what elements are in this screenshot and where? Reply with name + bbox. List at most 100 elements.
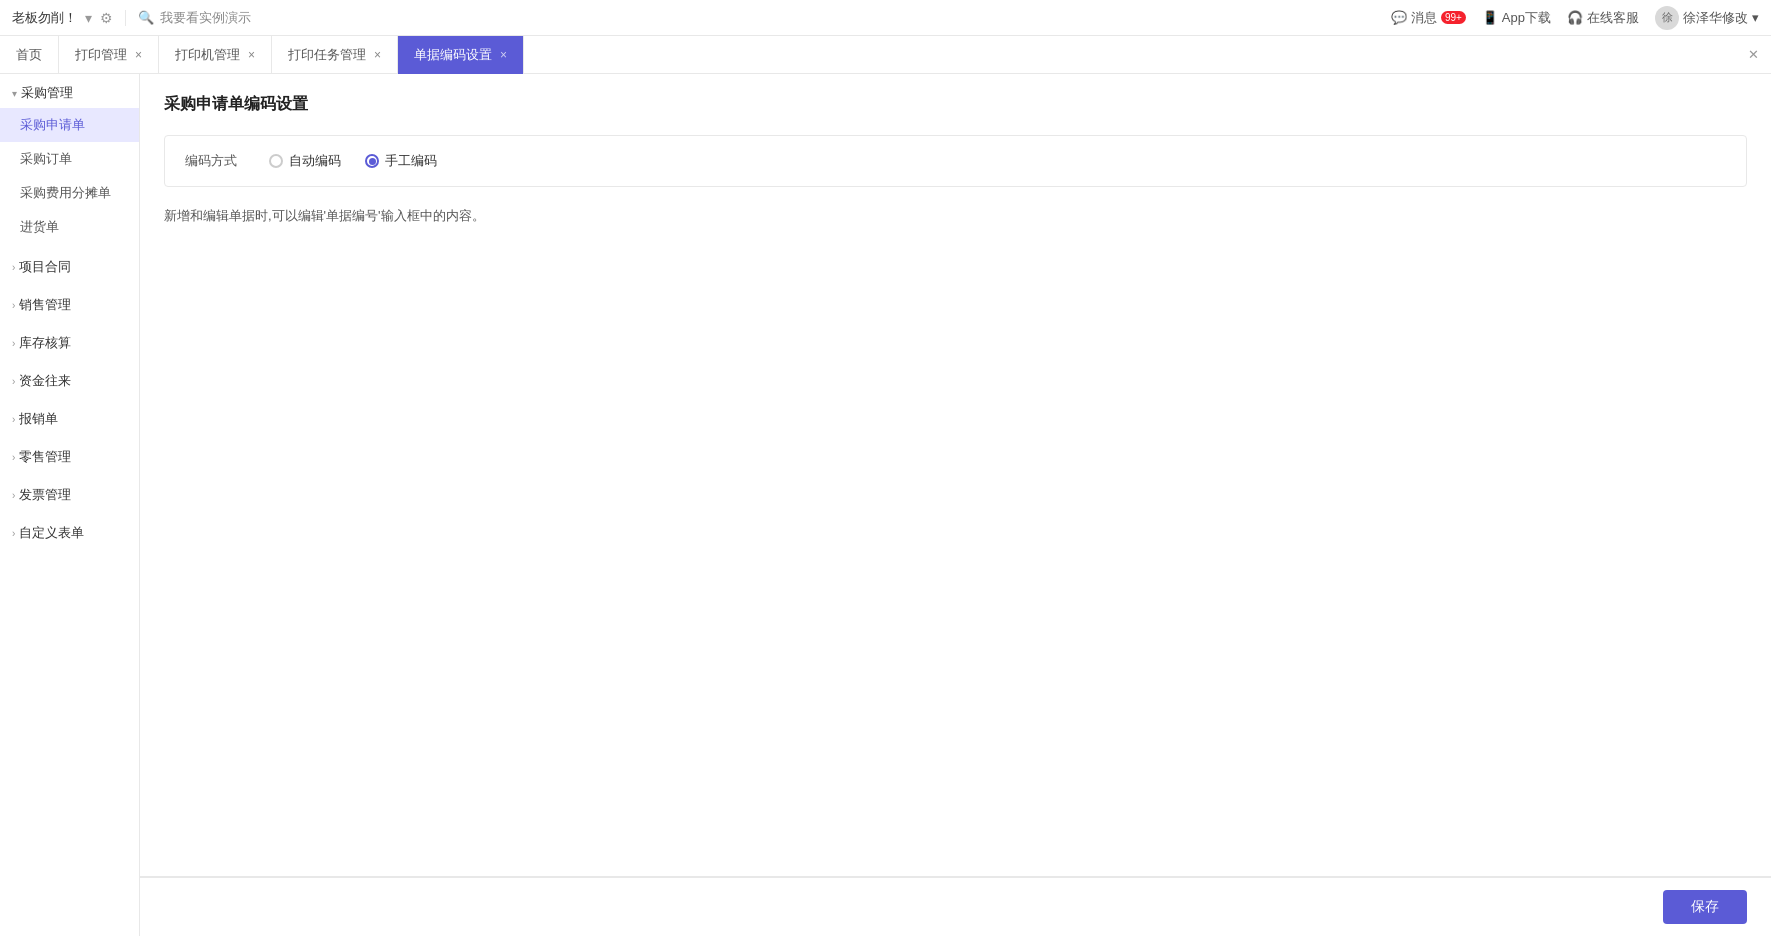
returns-group-label: 报销单 bbox=[19, 410, 58, 428]
sidebar-group-capital-title[interactable]: › 资金往来 bbox=[0, 362, 139, 396]
message-label: 消息 bbox=[1411, 9, 1437, 27]
tab-print-management[interactable]: 打印管理 × bbox=[59, 36, 159, 74]
sidebar-group-invoice: › 发票管理 bbox=[0, 476, 139, 510]
online-service-label: 在线客服 bbox=[1587, 9, 1639, 27]
sidebar-item-stock-in[interactable]: 进货单 bbox=[0, 210, 139, 244]
sidebar-item-purchase-order[interactable]: 采购订单 bbox=[0, 142, 139, 176]
search-text: 我要看实例演示 bbox=[160, 9, 251, 27]
purchase-order-label: 采购订单 bbox=[20, 151, 72, 166]
sidebar-group-sales: › 销售管理 bbox=[0, 286, 139, 320]
sidebar-group-custom: › 自定义表单 bbox=[0, 514, 139, 548]
sidebar-group-capital: › 资金往来 bbox=[0, 362, 139, 396]
content-inner: 采购申请单编码设置 编码方式 自动编码 手工编码 新增和编辑单据时,可以编辑'单… bbox=[140, 74, 1771, 495]
purchase-expense-label: 采购费用分摊单 bbox=[20, 185, 111, 200]
tab-home[interactable]: 首页 bbox=[0, 36, 59, 74]
custom-group-label: 自定义表单 bbox=[19, 524, 84, 542]
inventory-arrow-icon: › bbox=[12, 338, 15, 349]
app-title: 老板勿削！ bbox=[12, 9, 77, 27]
settings-icon[interactable]: ⚙ bbox=[100, 10, 113, 26]
search-bar[interactable]: 🔍 我要看实例演示 bbox=[138, 9, 251, 27]
sidebar-group-returns-title[interactable]: › 报销单 bbox=[0, 400, 139, 434]
tab-bar: 首页 打印管理 × 打印机管理 × 打印任务管理 × 单据编码设置 × ✕ bbox=[0, 36, 1771, 74]
page-title: 采购申请单编码设置 bbox=[164, 94, 1747, 115]
sidebar-group-invoice-title[interactable]: › 发票管理 bbox=[0, 476, 139, 510]
user-dropdown-icon: ▾ bbox=[1752, 10, 1759, 25]
purchase-group-label: 采购管理 bbox=[21, 84, 73, 102]
tab-printer-management-label: 打印机管理 bbox=[175, 46, 240, 64]
message-icon: 💬 bbox=[1391, 10, 1407, 25]
sidebar-group-retail: › 零售管理 bbox=[0, 438, 139, 472]
tab-single-code-label: 单据编码设置 bbox=[414, 46, 492, 64]
sidebar-group-project: › 项目合同 bbox=[0, 248, 139, 282]
online-service-icon: 🎧 bbox=[1567, 10, 1583, 25]
tab-single-code-close[interactable]: × bbox=[500, 48, 507, 62]
sidebar-group-purchase-title[interactable]: ▾ 采购管理 bbox=[0, 74, 139, 108]
tab-print-task-close[interactable]: × bbox=[374, 48, 381, 62]
user-menu[interactable]: 徐 徐泽华修改 ▾ bbox=[1655, 6, 1759, 30]
sidebar-group-purchase: ▾ 采购管理 采购申请单 采购订单 采购费用分摊单 进货单 bbox=[0, 74, 139, 244]
message-button[interactable]: 💬 消息 99+ bbox=[1391, 9, 1466, 27]
description-text: 新增和编辑单据时,可以编辑'单据编号'输入框中的内容。 bbox=[164, 207, 1747, 225]
stock-in-label: 进货单 bbox=[20, 219, 59, 234]
tab-print-management-label: 打印管理 bbox=[75, 46, 127, 64]
top-bar-right: 💬 消息 99+ 📱 App下载 🎧 在线客服 徐 徐泽华修改 ▾ bbox=[1391, 6, 1759, 30]
project-group-label: 项目合同 bbox=[19, 258, 71, 276]
app-download-button[interactable]: 📱 App下载 bbox=[1482, 9, 1551, 27]
tab-print-management-close[interactable]: × bbox=[135, 48, 142, 62]
content-footer: 保存 bbox=[140, 877, 1771, 936]
sales-arrow-icon: › bbox=[12, 300, 15, 311]
invoice-group-label: 发票管理 bbox=[19, 486, 71, 504]
tab-printer-management-close[interactable]: × bbox=[248, 48, 255, 62]
project-arrow-icon: › bbox=[12, 262, 15, 273]
sidebar-group-sales-title[interactable]: › 销售管理 bbox=[0, 286, 139, 320]
coding-mode-label: 编码方式 bbox=[185, 152, 245, 170]
online-service-button[interactable]: 🎧 在线客服 bbox=[1567, 9, 1639, 27]
main-layout: ▾ 采购管理 采购申请单 采购订单 采购费用分摊单 进货单 › 项目合同 bbox=[0, 74, 1771, 936]
sidebar-group-inventory-title[interactable]: › 库存核算 bbox=[0, 324, 139, 358]
search-icon: 🔍 bbox=[138, 10, 154, 25]
sidebar: ▾ 采购管理 采购申请单 采购订单 采购费用分摊单 进货单 › 项目合同 bbox=[0, 74, 140, 936]
top-bar-left: 老板勿削！ ▾ ⚙ 🔍 我要看实例演示 bbox=[12, 9, 251, 27]
user-avatar: 徐 bbox=[1655, 6, 1679, 30]
sidebar-item-purchase-request[interactable]: 采购申请单 bbox=[0, 108, 139, 142]
auto-code-option[interactable]: 自动编码 bbox=[269, 152, 341, 170]
custom-arrow-icon: › bbox=[12, 528, 15, 539]
message-badge: 99+ bbox=[1441, 11, 1466, 24]
top-bar: 老板勿削！ ▾ ⚙ 🔍 我要看实例演示 💬 消息 99+ 📱 App下载 🎧 在… bbox=[0, 0, 1771, 36]
sidebar-group-inventory: › 库存核算 bbox=[0, 324, 139, 358]
coding-row: 编码方式 自动编码 手工编码 bbox=[185, 152, 1726, 170]
app-download-label: App下载 bbox=[1502, 9, 1551, 27]
retail-group-label: 零售管理 bbox=[19, 448, 71, 466]
purchase-request-label: 采购申请单 bbox=[20, 117, 85, 132]
save-button[interactable]: 保存 bbox=[1663, 890, 1747, 924]
invoice-arrow-icon: › bbox=[12, 490, 15, 501]
content-area: 采购申请单编码设置 编码方式 自动编码 手工编码 新增和编辑单据时,可以编辑'单… bbox=[140, 74, 1771, 936]
tab-printer-management[interactable]: 打印机管理 × bbox=[159, 36, 272, 74]
manual-code-option[interactable]: 手工编码 bbox=[365, 152, 437, 170]
sidebar-group-returns: › 报销单 bbox=[0, 400, 139, 434]
capital-arrow-icon: › bbox=[12, 376, 15, 387]
close-all-tabs[interactable]: ✕ bbox=[1736, 47, 1771, 62]
app-download-icon: 📱 bbox=[1482, 10, 1498, 25]
sidebar-group-project-title[interactable]: › 项目合同 bbox=[0, 248, 139, 282]
capital-group-label: 资金往来 bbox=[19, 372, 71, 390]
inventory-group-label: 库存核算 bbox=[19, 334, 71, 352]
returns-arrow-icon: › bbox=[12, 414, 15, 425]
purchase-arrow-icon: ▾ bbox=[12, 88, 17, 99]
sidebar-group-custom-title[interactable]: › 自定义表单 bbox=[0, 514, 139, 548]
auto-code-radio[interactable] bbox=[269, 154, 283, 168]
tab-home-label: 首页 bbox=[16, 46, 42, 64]
sidebar-group-retail-title[interactable]: › 零售管理 bbox=[0, 438, 139, 472]
tab-single-code[interactable]: 单据编码设置 × bbox=[398, 36, 524, 74]
sidebar-item-purchase-expense[interactable]: 采购费用分摊单 bbox=[0, 176, 139, 210]
retail-arrow-icon: › bbox=[12, 452, 15, 463]
auto-code-label: 自动编码 bbox=[289, 152, 341, 170]
user-name: 徐泽华修改 bbox=[1683, 9, 1748, 27]
tab-print-task[interactable]: 打印任务管理 × bbox=[272, 36, 398, 74]
tab-print-task-label: 打印任务管理 bbox=[288, 46, 366, 64]
manual-code-label: 手工编码 bbox=[385, 152, 437, 170]
sales-group-label: 销售管理 bbox=[19, 296, 71, 314]
manual-code-radio[interactable] bbox=[365, 154, 379, 168]
coding-section: 编码方式 自动编码 手工编码 bbox=[164, 135, 1747, 187]
dropdown-icon[interactable]: ▾ bbox=[85, 10, 92, 26]
